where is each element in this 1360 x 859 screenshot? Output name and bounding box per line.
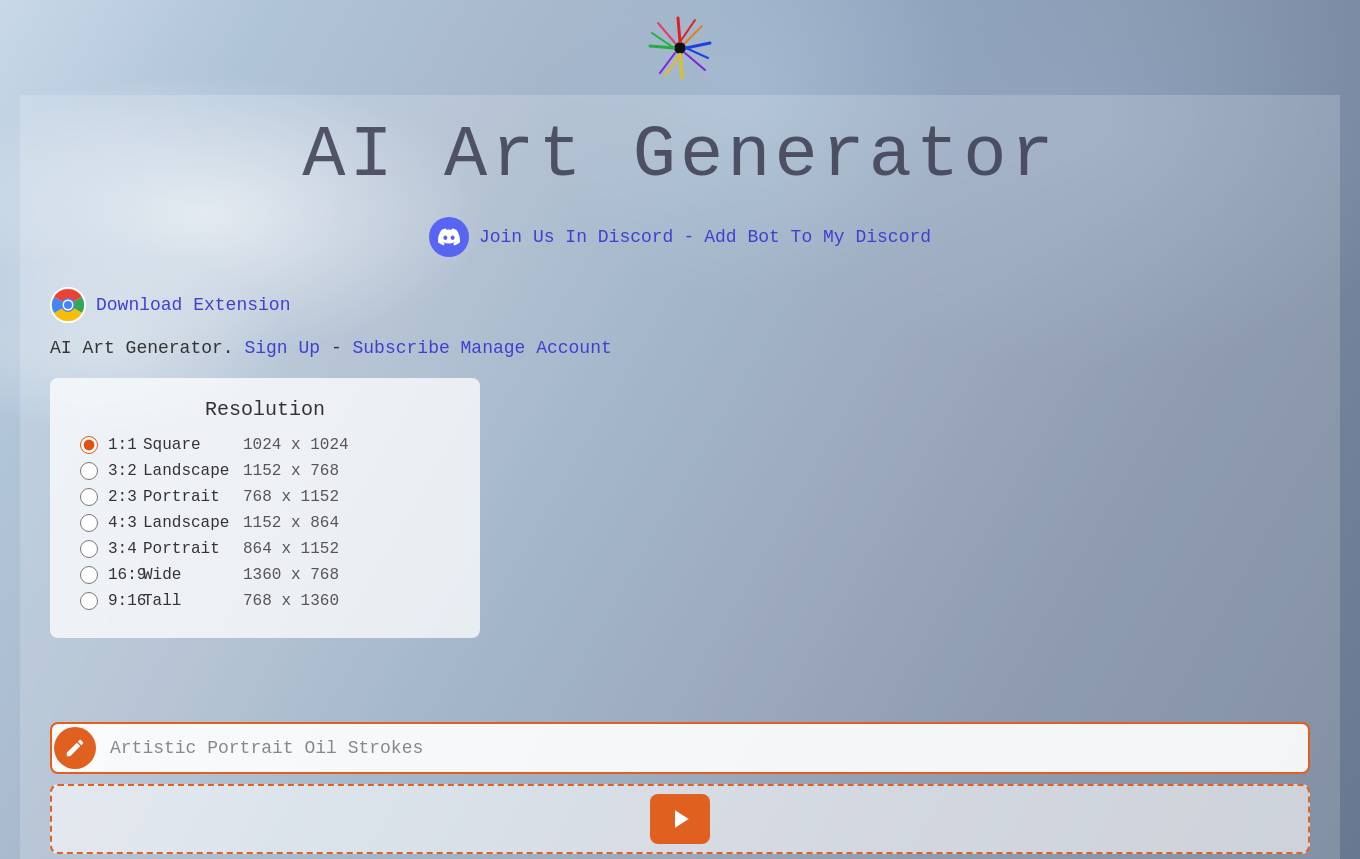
resolution-radio-3-4[interactable] [80,540,98,558]
svg-line-3 [686,43,710,48]
svg-point-18 [64,301,72,309]
prompt-icon-button[interactable] [54,727,96,769]
logo-image [640,8,720,88]
resolution-options: 1:1Square1024 x 10243:2Landscape1152 x 7… [80,436,450,610]
resolution-label: Landscape [143,462,243,480]
resolution-ratio: 2:3 [108,488,143,506]
resolution-row: 4:3Landscape1152 x 864 [80,514,450,532]
svg-line-5 [680,54,682,78]
resolution-dims: 1152 x 768 [243,462,339,480]
chrome-extension-link[interactable]: Download Extension [96,295,290,315]
resolution-ratio: 3:4 [108,540,143,558]
resolution-ratio: 1:1 [108,436,143,454]
logo-area [0,0,1360,95]
resolution-ratio: 4:3 [108,514,143,532]
svg-line-2 [680,20,695,42]
resolution-radio-1-1[interactable] [80,436,98,454]
resolution-label: Portrait [143,540,243,558]
resolution-label: Tall [143,592,243,610]
resolution-row: 3:4Portrait 864 x 1152 [80,540,450,558]
resolution-row: 1:1Square1024 x 1024 [80,436,450,454]
prompt-wrapper [50,722,1310,774]
resolution-ratio: 9:16 [108,592,143,610]
resolution-ratio: 3:2 [108,462,143,480]
resolution-ratio: 16:9 [108,566,143,584]
resolution-label: Square [143,436,243,454]
signup-link[interactable]: Sign Up [244,338,320,358]
subscribe-link[interactable]: Subscribe [353,338,450,358]
resolution-radio-4-3[interactable] [80,514,98,532]
content-area: AI Art Generator Join Us In Discord - Ad… [20,95,1340,859]
resolution-label: Wide [143,566,243,584]
discord-row: Join Us In Discord - Add Bot To My Disco… [50,217,1310,257]
discord-icon [429,217,469,257]
resolution-label: Portrait [143,488,243,506]
resolution-dims: 768 x 1152 [243,488,339,506]
resolution-radio-16-9[interactable] [80,566,98,584]
resolution-radio-9-16[interactable] [80,592,98,610]
page-title: AI Art Generator [50,115,1310,197]
resolution-label: Landscape [143,514,243,532]
svg-line-1 [678,18,680,42]
resolution-radio-2-3[interactable] [80,488,98,506]
chrome-extension-row: Download Extension [50,287,1310,323]
add-bot-link[interactable]: Add Bot To My Discord [704,227,931,247]
generate-icon [665,804,695,834]
prompt-input[interactable] [50,722,1310,774]
resolution-dims: 1360 x 768 [243,566,339,584]
resolution-dims: 1152 x 864 [243,514,339,532]
resolution-row: 9:16Tall 768 x 1360 [80,592,450,610]
chrome-icon [50,287,86,323]
resolution-dims: 864 x 1152 [243,540,339,558]
resolution-dims: 768 x 1360 [243,592,339,610]
prompt-area [50,722,1310,774]
discord-separator: - [683,227,694,247]
subtitle-row: AI Art Generator. Sign Up - Subscribe Ma… [50,338,1310,358]
svg-line-9 [685,26,702,43]
svg-point-13 [675,43,685,53]
subtitle-prefix: AI Art Generator. [50,338,234,358]
resolution-dims: 1024 x 1024 [243,436,349,454]
resolution-row: 3:2Landscape1152 x 768 [80,462,450,480]
resolution-row: 16:9Wide1360 x 768 [80,566,450,584]
manage-account-link[interactable]: Manage Account [461,338,612,358]
resolution-title: Resolution [80,398,450,421]
generate-area [50,784,1310,854]
join-discord-link[interactable]: Join Us In Discord [479,227,673,247]
resolution-radio-3-2[interactable] [80,462,98,480]
subtitle-separator: - [331,338,342,358]
pencil-icon [64,737,86,759]
generate-button[interactable] [650,794,710,844]
resolution-row: 2:3Portrait 768 x 1152 [80,488,450,506]
resolution-card: Resolution 1:1Square1024 x 10243:2Landsc… [50,378,480,638]
